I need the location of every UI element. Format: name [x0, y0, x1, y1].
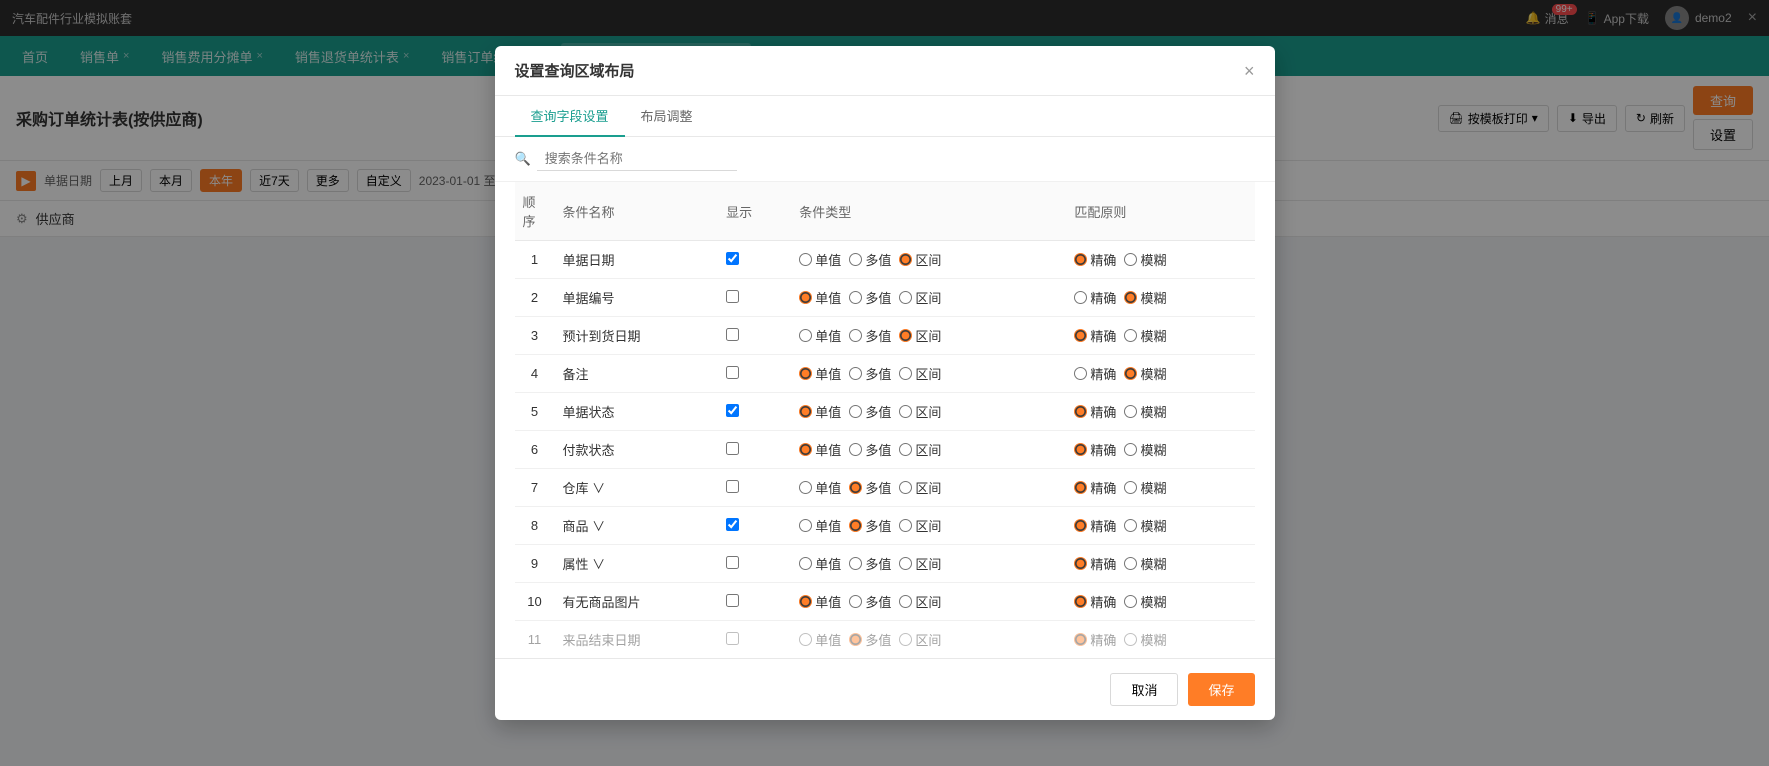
row-7-show[interactable] — [718, 469, 791, 507]
modal-overlay: 设置查询区域布局 × 查询字段设置 布局调整 🔍 顺序 — [0, 0, 1769, 766]
row-8-type: 单值 多值 区间 — [791, 507, 1066, 545]
dialog-tab-fields[interactable]: 查询字段设置 — [515, 96, 625, 137]
table-row: 9 属性 ∨ 单值 多值 区间 — [515, 545, 1255, 583]
row-11-num: 11 — [515, 621, 555, 659]
fields-table: 顺序 条件名称 显示 条件类型 匹配原则 1 单据日期 — [495, 182, 1275, 658]
row-3-type: 单值 多值 区间 — [791, 317, 1066, 355]
dialog-tab-layout[interactable]: 布局调整 — [625, 96, 709, 137]
dialog-header: 设置查询区域布局 × — [495, 46, 1275, 96]
row-7-match: 精确 模糊 — [1066, 469, 1254, 507]
cancel-button[interactable]: 取消 — [1110, 673, 1178, 706]
row-7-num: 7 — [515, 469, 555, 507]
table-row: 8 商品 ∨ 单值 多值 区间 — [515, 507, 1255, 545]
row-8-name: 商品 ∨ — [555, 507, 719, 545]
row-11-match: 精确 模糊 — [1066, 621, 1254, 659]
row-6-name: 付款状态 — [555, 431, 719, 469]
row-4-num: 4 — [515, 355, 555, 393]
table-row: 4 备注 单值 多值 区间 — [515, 355, 1255, 393]
row-2-name: 单据编号 — [555, 279, 719, 317]
row-6-type: 单值 多值 区间 — [791, 431, 1066, 469]
row-10-type: 单值 多值 区间 — [791, 583, 1066, 621]
row-9-checkbox[interactable] — [726, 556, 739, 569]
col-match: 匹配原则 — [1066, 182, 1254, 241]
row-11-type: 单值 多值 区间 — [791, 621, 1066, 659]
row-7-checkbox[interactable] — [726, 480, 739, 493]
row-2-checkbox[interactable] — [726, 290, 739, 303]
row-1-type: 单值 多值 区间 — [791, 241, 1066, 279]
col-show: 显示 — [718, 182, 791, 241]
dialog-close-button[interactable]: × — [1244, 62, 1255, 80]
table-row: 3 预计到货日期 单值 多值 区间 — [515, 317, 1255, 355]
row-4-name: 备注 — [555, 355, 719, 393]
row-3-checkbox[interactable] — [726, 328, 739, 341]
table-row: 11 来品结束日期 单值 多值 区间 — [515, 621, 1255, 659]
table-row: 10 有无商品图片 单值 多值 区间 — [515, 583, 1255, 621]
row-10-show[interactable] — [718, 583, 791, 621]
row-8-match: 精确 模糊 — [1066, 507, 1254, 545]
dialog-title: 设置查询区域布局 — [515, 60, 635, 81]
row-9-name: 属性 ∨ — [555, 545, 719, 583]
row-9-num: 9 — [515, 545, 555, 583]
row-9-show[interactable] — [718, 545, 791, 583]
row-3-show[interactable] — [718, 317, 791, 355]
table-row: 5 单据状态 单值 多值 区间 — [515, 393, 1255, 431]
col-name: 条件名称 — [555, 182, 719, 241]
row-10-name: 有无商品图片 — [555, 583, 719, 621]
row-2-num: 2 — [515, 279, 555, 317]
dialog-tabs: 查询字段设置 布局调整 — [495, 96, 1275, 137]
row-11-name: 来品结束日期 — [555, 621, 719, 659]
row-2-match: 精确 模糊 — [1066, 279, 1254, 317]
row-6-num: 6 — [515, 431, 555, 469]
row-3-match: 精确 模糊 — [1066, 317, 1254, 355]
table-row: 1 单据日期 单值 多值 区间 — [515, 241, 1255, 279]
row-7-type: 单值 多值 区间 — [791, 469, 1066, 507]
row-5-type: 单值 多值 区间 — [791, 393, 1066, 431]
row-9-type: 单值 多值 区间 — [791, 545, 1066, 583]
row-10-checkbox[interactable] — [726, 594, 739, 607]
row-4-match: 精确 模糊 — [1066, 355, 1254, 393]
table-row: 2 单据编号 单值 多值 区间 — [515, 279, 1255, 317]
row-1-match: 精确 模糊 — [1066, 241, 1254, 279]
table-row: 6 付款状态 单值 多值 区间 — [515, 431, 1255, 469]
row-6-show[interactable] — [718, 431, 791, 469]
row-1-checkbox[interactable] — [726, 252, 739, 265]
dialog-search-area: 🔍 — [495, 137, 1275, 182]
row-1-num: 1 — [515, 241, 555, 279]
row-1-name: 单据日期 — [555, 241, 719, 279]
save-button[interactable]: 保存 — [1188, 673, 1254, 706]
row-5-name: 单据状态 — [555, 393, 719, 431]
row-3-num: 3 — [515, 317, 555, 355]
dialog: 设置查询区域布局 × 查询字段设置 布局调整 🔍 顺序 — [495, 46, 1275, 720]
row-8-checkbox[interactable] — [726, 518, 739, 531]
row-6-checkbox[interactable] — [726, 442, 739, 455]
row-4-checkbox[interactable] — [726, 366, 739, 379]
row-7-name: 仓库 ∨ — [555, 469, 719, 507]
table-row: 7 仓库 ∨ 单值 多值 区间 — [515, 469, 1255, 507]
row-4-type: 单值 多值 区间 — [791, 355, 1066, 393]
row-8-num: 8 — [515, 507, 555, 545]
col-type: 条件类型 — [791, 182, 1066, 241]
row-4-show[interactable] — [718, 355, 791, 393]
row-5-match: 精确 模糊 — [1066, 393, 1254, 431]
dialog-body: 查询字段设置 布局调整 🔍 顺序 条件名称 显示 条件类型 — [495, 96, 1275, 658]
row-2-type: 单值 多值 区间 — [791, 279, 1066, 317]
row-9-match: 精确 模糊 — [1066, 545, 1254, 583]
row-8-show[interactable] — [718, 507, 791, 545]
row-1-show[interactable] — [718, 241, 791, 279]
row-11-show[interactable] — [718, 621, 791, 659]
row-11-checkbox[interactable] — [726, 632, 739, 645]
row-5-checkbox[interactable] — [726, 404, 739, 417]
row-10-match: 精确 模糊 — [1066, 583, 1254, 621]
table-header-row: 顺序 条件名称 显示 条件类型 匹配原则 — [515, 182, 1255, 241]
col-order: 顺序 — [515, 182, 555, 241]
row-5-num: 5 — [515, 393, 555, 431]
row-10-num: 10 — [515, 583, 555, 621]
dialog-footer: 取消 保存 — [495, 658, 1275, 720]
search-icon: 🔍 — [515, 151, 531, 167]
row-5-show[interactable] — [718, 393, 791, 431]
row-6-match: 精确 模糊 — [1066, 431, 1254, 469]
row-3-name: 预计到货日期 — [555, 317, 719, 355]
row-2-show[interactable] — [718, 279, 791, 317]
search-input[interactable] — [537, 147, 737, 171]
